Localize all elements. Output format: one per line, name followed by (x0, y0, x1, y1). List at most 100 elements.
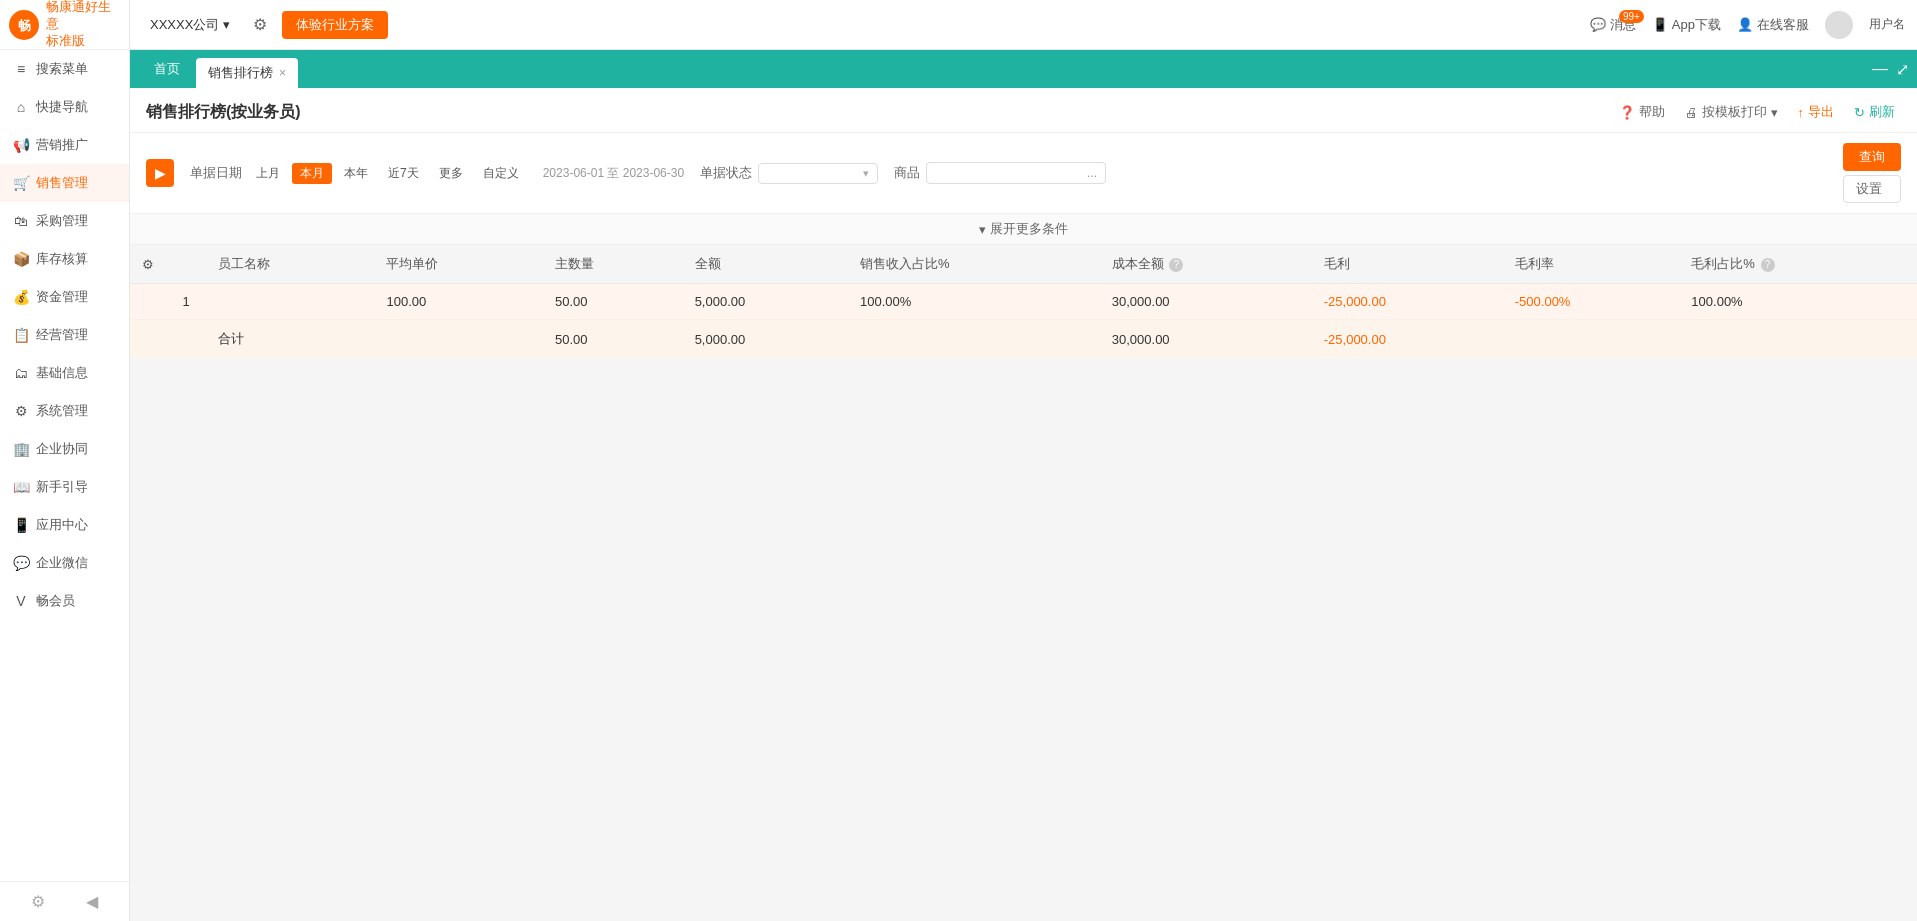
enterprise-icon: 🏢 (12, 440, 30, 458)
online-service-button[interactable]: 👤 在线客服 (1737, 16, 1809, 34)
inventory-label: 库存核算 (36, 250, 88, 268)
goods-select[interactable]: ... (926, 162, 1106, 184)
status-label: 单据状态 (700, 164, 752, 182)
app-download-label: App下载 (1672, 16, 1721, 34)
th-rank (166, 245, 206, 284)
sidebar-settings-icon[interactable]: ⚙ (31, 892, 45, 911)
goods-label: 商品 (894, 164, 920, 182)
avatar[interactable] (1825, 11, 1853, 39)
tab-minimize-icon[interactable]: — (1872, 60, 1888, 78)
date-toggle-this-year[interactable]: 本年 (336, 163, 376, 184)
sidebar-item-system[interactable]: ⚙ 系统管理 (0, 392, 129, 430)
tab-home[interactable]: 首页 (138, 50, 196, 88)
date-toggle-more[interactable]: 更多 (431, 163, 471, 184)
sidebar-collapse-icon[interactable]: ◀ (86, 892, 98, 911)
filter-area: ▶ 单据日期 上月 本月 本年 近7天 更多 自定义 2023-06-01 至 … (130, 133, 1917, 214)
guide-label: 新手引导 (36, 478, 88, 496)
sidebar-bottom: ⚙ ◀ (0, 881, 129, 921)
sidebar-item-sales[interactable]: 🛒 销售管理 (0, 164, 129, 202)
cell-qty: 50.00 (543, 284, 683, 320)
page-panel: 销售排行榜(按业务员) ❓ 帮助 🖨 按模板打印 ▾ ↑ 导出 (130, 88, 1917, 358)
tabbar: 首页 销售排行榜 × — ⤢ (130, 50, 1917, 88)
sidebar-item-enterprise[interactable]: 🏢 企业协同 (0, 430, 129, 468)
print-button[interactable]: 🖨 按模板打印 ▾ (1679, 100, 1784, 124)
page-header: 销售排行榜(按业务员) ❓ 帮助 🖨 按模板打印 ▾ ↑ 导出 (130, 88, 1917, 133)
footer-label: 合计 (206, 320, 374, 359)
status-chevron-icon: ▾ (863, 167, 869, 180)
member-label: 畅会员 (36, 592, 75, 610)
date-toggle-this-month[interactable]: 本月 (292, 163, 332, 184)
th-qty: 主数量 (543, 245, 683, 284)
help-icon: ❓ (1619, 105, 1635, 120)
date-toggle-custom[interactable]: 自定义 (475, 163, 527, 184)
gross-pct-info-icon[interactable]: ? (1761, 258, 1775, 272)
sidebar-item-guide[interactable]: 📖 新手引导 (0, 468, 129, 506)
sidebar-item-marketing[interactable]: 📢 营销推广 (0, 126, 129, 164)
wechat-icon: 💬 (12, 554, 30, 572)
date-toggle-last-month[interactable]: 上月 (248, 163, 288, 184)
company-selector[interactable]: XXXXX公司 ▾ (142, 12, 238, 38)
cell-gross: -25,000.00 (1312, 284, 1503, 320)
trial-button[interactable]: 体验行业方案 (282, 11, 388, 39)
th-sales-pct: 销售收入占比% (848, 245, 1100, 284)
topbar-gear-button[interactable]: ⚙ (246, 11, 274, 39)
purchase-icon: 🛍 (12, 212, 30, 230)
th-settings[interactable]: ⚙ (130, 245, 166, 284)
system-label: 系统管理 (36, 402, 88, 420)
chevron-down-icon: ▾ (223, 17, 230, 32)
settings-button[interactable]: 设置 (1843, 175, 1901, 203)
cost-info-icon[interactable]: ? (1169, 258, 1183, 272)
cell-name (206, 284, 374, 320)
date-toggle-7days[interactable]: 近7天 (380, 163, 427, 184)
th-gross-pct: 毛利占比% ? (1679, 245, 1917, 284)
tab-sales-ranking[interactable]: 销售排行榜 × (196, 58, 298, 88)
status-select[interactable]: ▾ (758, 163, 878, 184)
expand-more-bar[interactable]: ▾ 展开更多条件 (130, 214, 1917, 245)
operations-label: 经营管理 (36, 326, 88, 344)
refresh-icon: ↻ (1854, 105, 1865, 120)
sidebar-item-finance[interactable]: 💰 资金管理 (0, 278, 129, 316)
app-download-button[interactable]: 📱 App下载 (1652, 16, 1721, 34)
footer-row: 合计 50.00 5,000.00 30,000.00 -25,000.00 (130, 320, 1917, 359)
sidebar-item-app-center[interactable]: 📱 应用中心 (0, 506, 129, 544)
cell-gross-pct: 100.00% (1679, 284, 1917, 320)
tab-close-icon[interactable]: × (279, 66, 286, 80)
logo-icon: 畅 (8, 9, 40, 41)
sidebar-item-inventory[interactable]: 📦 库存核算 (0, 240, 129, 278)
sidebar-item-search-order[interactable]: ≡ 搜索菜单 (0, 50, 129, 88)
tab-maximize-icon[interactable]: ⤢ (1896, 60, 1909, 79)
help-button[interactable]: ❓ 帮助 (1613, 100, 1671, 124)
finance-icon: 💰 (12, 288, 30, 306)
footer-sales-pct (848, 320, 1100, 359)
query-button[interactable]: 查询 (1843, 143, 1901, 171)
company-name: XXXXX公司 (150, 16, 219, 34)
sidebar-item-quick-nav[interactable]: ⌂ 快捷导航 (0, 88, 129, 126)
sidebar-item-member[interactable]: V 畅会员 (0, 582, 129, 620)
footer-gross-pct (1679, 320, 1917, 359)
refresh-label: 刷新 (1869, 103, 1895, 121)
message-button[interactable]: 💬 消息 99+ (1590, 16, 1636, 34)
print-icon: 🖨 (1685, 105, 1698, 120)
inventory-icon: 📦 (12, 250, 30, 268)
logo-text: 畅康通好生意 标准版 (46, 0, 121, 50)
refresh-button[interactable]: ↻ 刷新 (1848, 100, 1901, 124)
purchase-label: 采购管理 (36, 212, 88, 230)
more-icon[interactable]: ... (1087, 166, 1097, 180)
footer-settings (130, 320, 166, 359)
topbar: XXXXX公司 ▾ ⚙ 体验行业方案 💬 消息 99+ 📱 App下载 👤 在线… (130, 0, 1917, 50)
footer-gross: -25,000.00 (1312, 320, 1503, 359)
export-button[interactable]: ↑ 导出 (1792, 100, 1841, 124)
filter-collapse-icon[interactable]: ▶ (146, 159, 174, 187)
sidebar-item-wechat[interactable]: 💬 企业微信 (0, 544, 129, 582)
main: XXXXX公司 ▾ ⚙ 体验行业方案 💬 消息 99+ 📱 App下载 👤 在线… (130, 0, 1917, 921)
sidebar-item-purchase[interactable]: 🛍 采购管理 (0, 202, 129, 240)
sidebar-item-basic-info[interactable]: 🗂 基础信息 (0, 354, 129, 392)
content: 销售排行榜(按业务员) ❓ 帮助 🖨 按模板打印 ▾ ↑ 导出 (130, 88, 1917, 921)
basic-info-icon: 🗂 (12, 364, 30, 382)
tabbar-right: — ⤢ (1872, 60, 1909, 79)
export-label: 导出 (1808, 103, 1834, 121)
sidebar-item-operations[interactable]: 📋 经营管理 (0, 316, 129, 354)
footer-amount: 5,000.00 (683, 320, 848, 359)
sales-label: 销售管理 (36, 174, 88, 192)
export-icon: ↑ (1798, 105, 1805, 120)
